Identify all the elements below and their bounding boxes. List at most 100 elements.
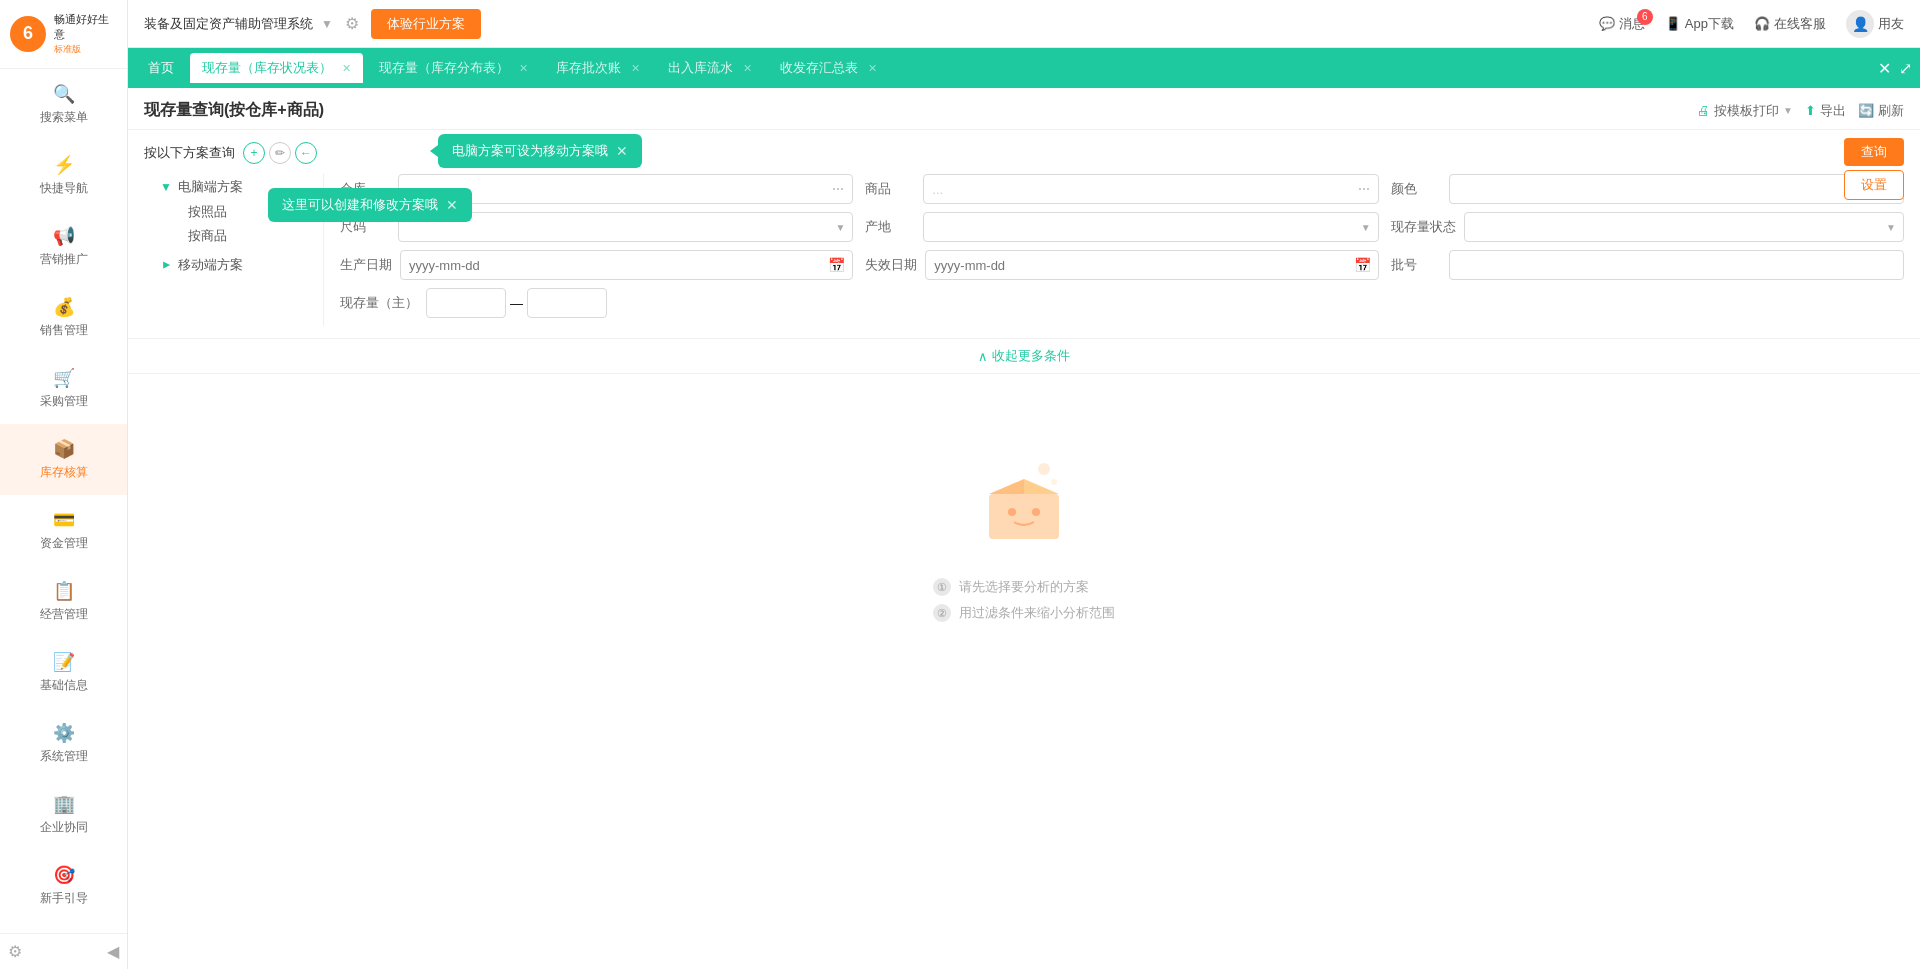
svg-point-1 — [1008, 508, 1016, 516]
user-item[interactable]: 👤 用友 — [1846, 10, 1904, 38]
logo-icon: 6 — [10, 16, 46, 52]
support-item[interactable]: 🎧 在线客服 — [1754, 15, 1826, 33]
page-header: 现存量查询(按仓库+商品) 🖨 按模板打印 ▼ ⬆ 导出 🔄 刷新 — [128, 88, 1920, 130]
sidebar-item-basic[interactable]: 📝 基础信息 — [0, 637, 127, 708]
header-settings-icon[interactable]: ⚙ — [345, 14, 359, 33]
stock-qty-max-input[interactable] — [527, 288, 607, 318]
sidebar-item-guide[interactable]: 🎯 新手引导 — [0, 850, 127, 921]
reset-button[interactable]: 设置 — [1844, 170, 1904, 200]
stock-status-label: 现存量状态 — [1391, 218, 1456, 236]
svg-point-2 — [1032, 508, 1040, 516]
tab-in-out-flow[interactable]: 出入库流水 ✕ — [656, 53, 764, 83]
sidebar-item-finance[interactable]: 💳 资金管理 — [0, 495, 127, 566]
tab-inventory-status-close[interactable]: ✕ — [342, 62, 351, 75]
sidebar-item-search[interactable]: 🔍 搜索菜单 — [0, 69, 127, 140]
print-icon: 🖨 — [1697, 103, 1710, 118]
origin-select[interactable] — [923, 212, 1378, 242]
app-download-label: App下载 — [1685, 15, 1734, 33]
expire-date-calendar-icon[interactable]: 📅 — [1354, 257, 1371, 273]
svg-point-3 — [1038, 463, 1050, 475]
scheme-tooltip2-close[interactable]: ✕ — [446, 197, 458, 213]
export-button[interactable]: ⬆ 导出 — [1805, 102, 1846, 120]
sidebar-item-label: 经营管理 — [40, 606, 88, 623]
color-select[interactable] — [1449, 174, 1904, 204]
tab-home[interactable]: 首页 — [136, 53, 186, 83]
svg-rect-0 — [989, 494, 1059, 539]
collapse-sidebar-icon[interactable]: ◀ — [107, 942, 119, 961]
scheme-group-mobile-label: 移动端方案 — [178, 256, 243, 274]
empty-step-2: ② 用过滤条件来缩小分析范围 — [933, 600, 1115, 626]
message-item[interactable]: 💬 消息 6 — [1599, 15, 1645, 33]
sidebar-bottom: ⚙ ◀ — [0, 933, 127, 969]
filter-actions: + ✏ ← — [243, 142, 317, 164]
expire-date-input[interactable] — [925, 250, 1378, 280]
sidebar-item-system[interactable]: ⚙️ 系统管理 — [0, 708, 127, 779]
sidebar-item-sales[interactable]: 💰 销售管理 — [0, 282, 127, 353]
scheme-item[interactable]: 按商品 — [180, 224, 315, 248]
scheme-tooltip2-text: 这里可以创建和修改方案哦 — [282, 196, 438, 214]
export-label: 导出 — [1820, 102, 1846, 120]
stock-qty-min-input[interactable] — [426, 288, 506, 318]
sidebar-item-label: 基础信息 — [40, 677, 88, 694]
produce-date-calendar-icon[interactable]: 📅 — [828, 257, 845, 273]
sidebar-item-quick-nav[interactable]: ⚡ 快捷导航 — [0, 140, 127, 211]
tab-batch-account[interactable]: 库存批次账 ✕ — [544, 53, 652, 83]
filter-row-2: 尺码 ▼ 产地 ▼ — [340, 212, 1904, 242]
scheme-tooltip-close[interactable]: ✕ — [616, 143, 628, 159]
query-button[interactable]: 查询 — [1844, 138, 1904, 166]
produce-date-input[interactable] — [400, 250, 853, 280]
page-title: 现存量查询(按仓库+商品) — [144, 100, 324, 121]
stock-qty-separator: — — [510, 296, 523, 311]
batch-input[interactable] — [1449, 250, 1904, 280]
tab-fullscreen-icon[interactable]: ⤢ — [1899, 59, 1912, 78]
step-2-text: 用过滤条件来缩小分析范围 — [959, 600, 1115, 626]
tab-inventory-dist[interactable]: 现存量（库存分布表） ✕ — [367, 53, 540, 83]
system-dropdown-icon[interactable]: ▼ — [321, 17, 333, 31]
settings-bottom-icon[interactable]: ⚙ — [8, 942, 22, 961]
collapse-bar[interactable]: ∧ 收起更多条件 — [128, 339, 1920, 374]
sidebar-logo: 6 畅通好好生意 标准版 — [0, 0, 127, 69]
system-title-text: 装备及固定资产辅助管理系统 — [144, 15, 313, 33]
stock-status-select[interactable] — [1464, 212, 1904, 242]
sidebar-item-purchase[interactable]: 🛒 采购管理 — [0, 353, 127, 424]
sidebar-item-label: 快捷导航 — [40, 180, 88, 197]
logo-text: 畅通好好生意 — [54, 12, 117, 43]
scheme-group-mobile-header[interactable]: ▼ 移动端方案 — [160, 252, 315, 278]
sidebar-item-label: 采购管理 — [40, 393, 88, 410]
support-label: 在线客服 — [1774, 15, 1826, 33]
goods-select[interactable]: ... ⋯ — [923, 174, 1378, 204]
tab-inventory-dist-close[interactable]: ✕ — [519, 62, 528, 75]
sidebar-item-label: 搜索菜单 — [40, 109, 88, 126]
trial-button[interactable]: 体验行业方案 — [371, 9, 481, 39]
purchase-icon: 🛒 — [53, 367, 75, 389]
refresh-button[interactable]: 🔄 刷新 — [1858, 102, 1904, 120]
tab-receive-summary[interactable]: 收发存汇总表 ✕ — [768, 53, 889, 83]
tab-in-out-flow-label: 出入库流水 — [668, 59, 733, 77]
edit-scheme-button[interactable]: ✏ — [269, 142, 291, 164]
stock-qty-label: 现存量（主） — [340, 294, 418, 312]
goods-field: 商品 ... ⋯ — [865, 174, 1378, 204]
sidebar-item-marketing[interactable]: 📢 营销推广 — [0, 211, 127, 282]
quick-nav-icon: ⚡ — [53, 154, 75, 176]
tab-close-all-icon[interactable]: ✕ — [1878, 59, 1891, 78]
sidebar-item-inventory[interactable]: 📦 库存核算 — [0, 424, 127, 495]
batch-field: 批号 — [1391, 250, 1904, 280]
support-icon: 🎧 — [1754, 16, 1770, 31]
sidebar-item-label: 企业协同 — [40, 819, 88, 836]
stock-qty-field: 现存量（主） — — [340, 288, 853, 318]
tab-batch-account-close[interactable]: ✕ — [631, 62, 640, 75]
app-download-icon: 📱 — [1665, 16, 1681, 31]
produce-date-label: 生产日期 — [340, 256, 392, 274]
tab-in-out-flow-close[interactable]: ✕ — [743, 62, 752, 75]
add-scheme-button[interactable]: + — [243, 142, 265, 164]
print-label: 按模板打印 — [1714, 102, 1779, 120]
page-content: 现存量查询(按仓库+商品) 🖨 按模板打印 ▼ ⬆ 导出 🔄 刷新 — [128, 88, 1920, 969]
sidebar-item-operation[interactable]: 📋 经营管理 — [0, 566, 127, 637]
sidebar-item-enterprise[interactable]: 🏢 企业协同 — [0, 779, 127, 850]
print-button[interactable]: 🖨 按模板打印 ▼ — [1697, 102, 1793, 120]
tab-inventory-status[interactable]: 现存量（库存状况表） ✕ — [190, 53, 363, 83]
back-scheme-button[interactable]: ← — [295, 142, 317, 164]
produce-date-input-wrapper: 📅 — [400, 250, 853, 280]
app-download-item[interactable]: 📱 App下载 — [1665, 15, 1734, 33]
tab-receive-summary-close[interactable]: ✕ — [868, 62, 877, 75]
